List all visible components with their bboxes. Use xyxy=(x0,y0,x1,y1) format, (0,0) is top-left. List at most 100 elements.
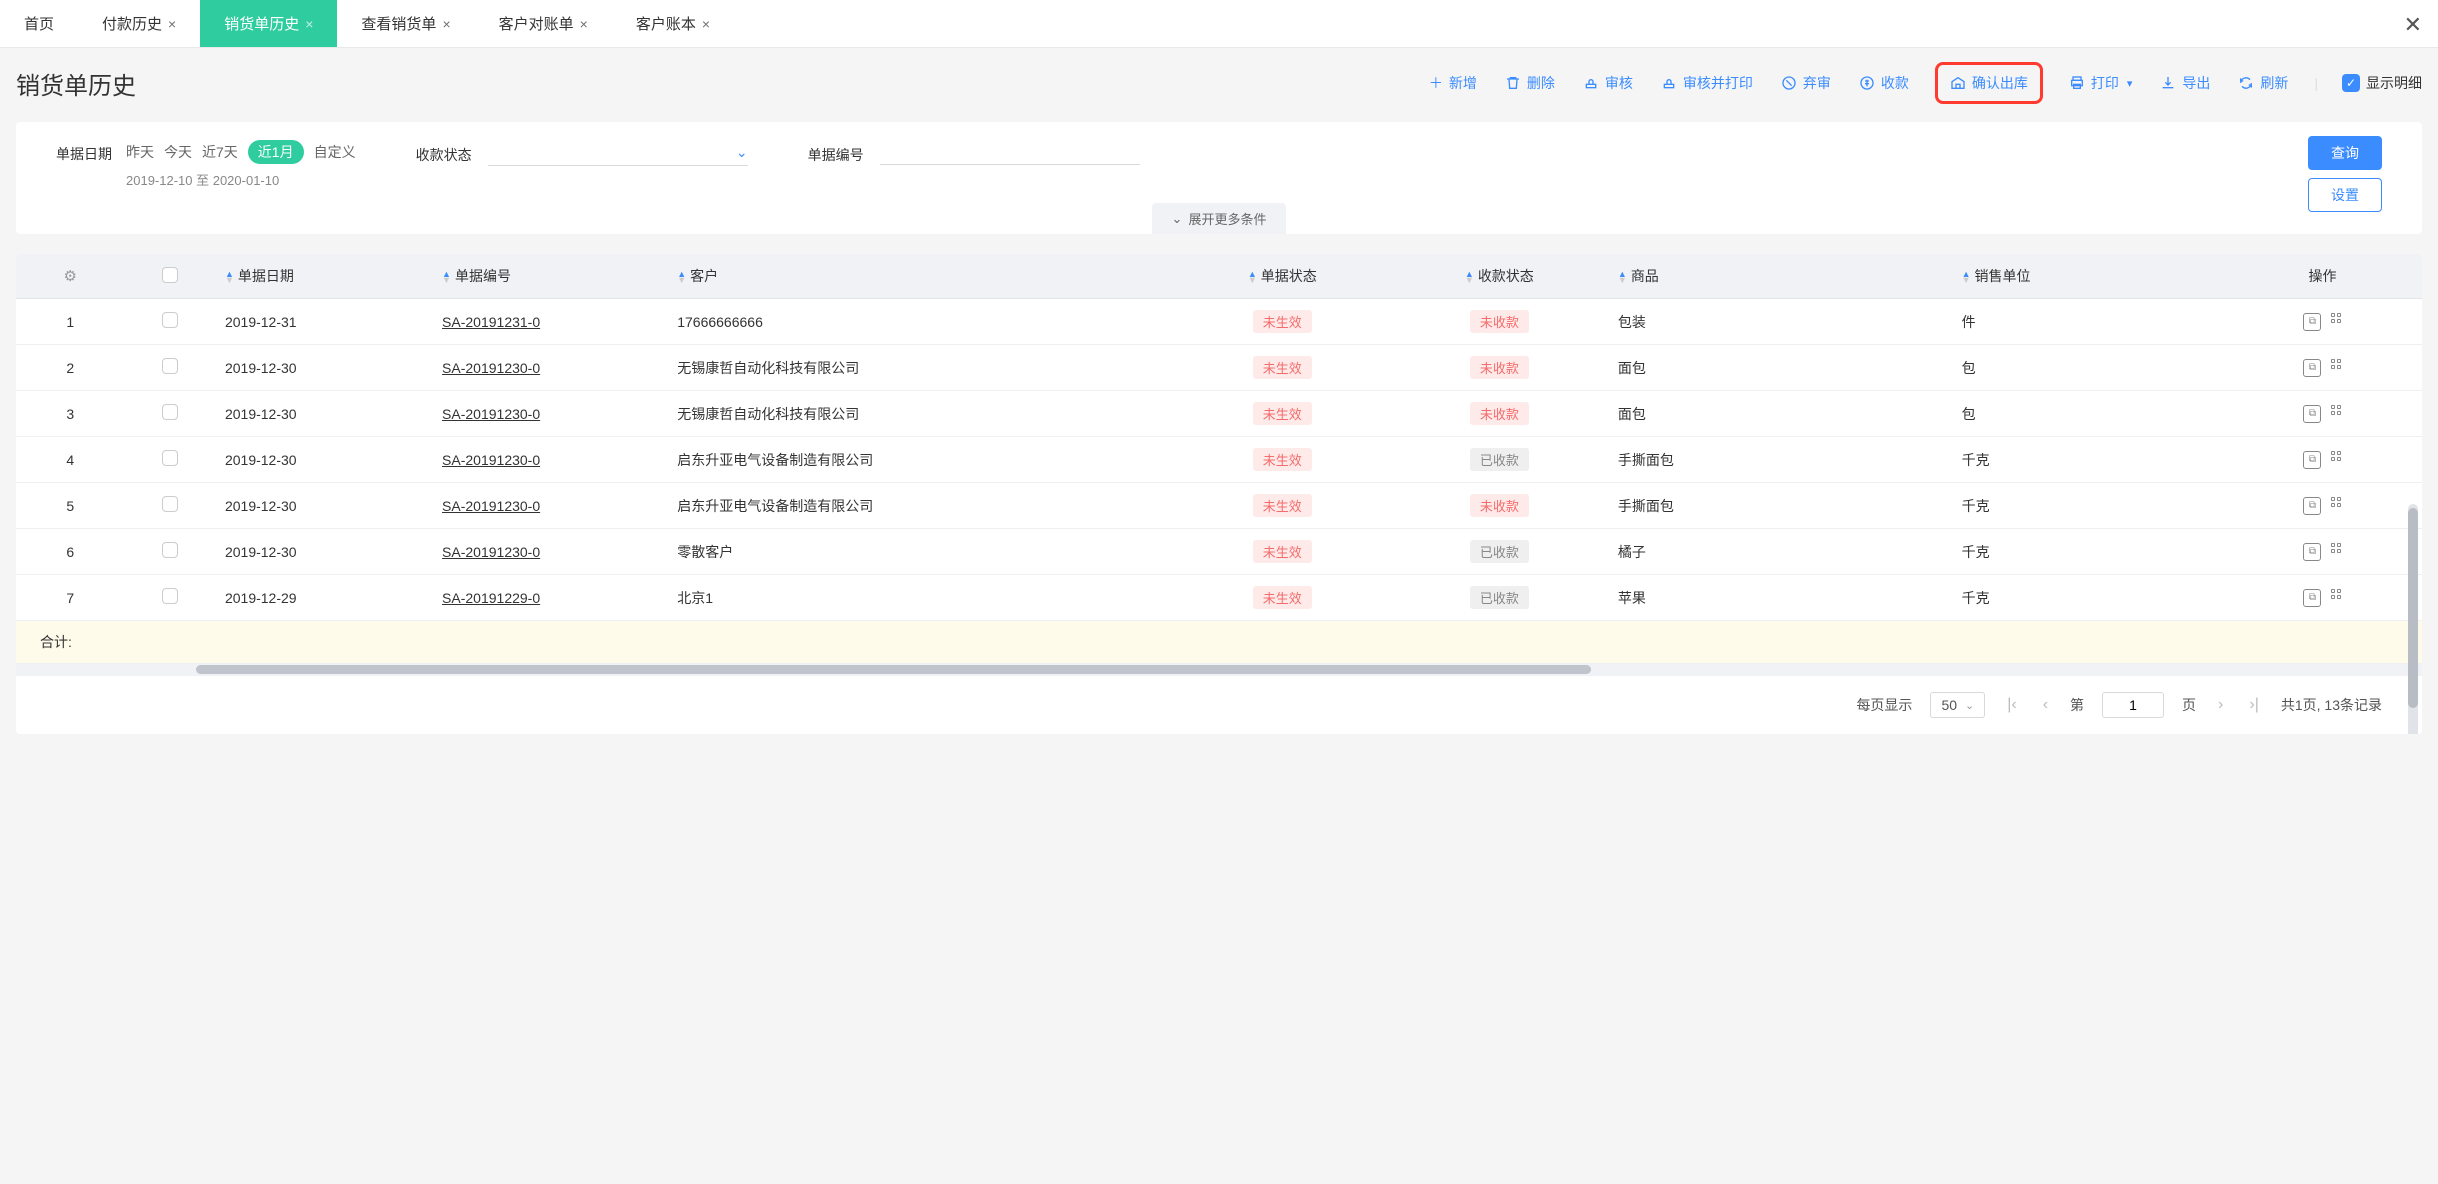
date-pill-custom[interactable]: 自定义 xyxy=(314,142,356,162)
row-checkbox[interactable] xyxy=(125,437,215,483)
row-checkbox[interactable] xyxy=(125,299,215,345)
confirm-out-button[interactable]: 确认出库 xyxy=(1935,62,2043,104)
horizontal-scrollbar[interactable] xyxy=(16,664,2422,676)
cell-doc-status: 未生效 xyxy=(1174,345,1391,391)
row-checkbox[interactable] xyxy=(125,575,215,621)
audit-print-button[interactable]: 审核并打印 xyxy=(1659,69,1755,97)
view-icon[interactable]: ⧉ xyxy=(2303,543,2321,561)
cell-docno[interactable]: SA-20191229-0 xyxy=(432,575,667,621)
search-button[interactable]: 查询 xyxy=(2308,136,2382,170)
view-icon[interactable]: ⧉ xyxy=(2303,359,2321,377)
receipt-button[interactable]: 收款 xyxy=(1857,69,1911,97)
next-page-button[interactable]: › xyxy=(2214,696,2227,714)
row-index: 2 xyxy=(16,345,125,391)
row-index: 3 xyxy=(16,391,125,437)
plus-icon: ＋ xyxy=(1429,73,1443,93)
page-size-select[interactable]: 50 ⌄ xyxy=(1930,692,1985,718)
sort-icon: ▲▼ xyxy=(1962,271,1971,283)
view-icon[interactable]: ⧉ xyxy=(2303,451,2321,469)
col-doc-status[interactable]: ▲▼单据状态 xyxy=(1174,254,1391,299)
tab-ledger[interactable]: 客户账本× xyxy=(612,0,734,47)
close-icon[interactable]: × xyxy=(168,16,176,32)
close-all-tabs-icon[interactable]: ✕ xyxy=(2404,12,2422,38)
tab-statement[interactable]: 客户对账单× xyxy=(475,0,612,47)
close-icon[interactable]: × xyxy=(702,16,710,32)
row-index: 7 xyxy=(16,575,125,621)
scrollbar-thumb[interactable] xyxy=(2408,508,2418,708)
per-page-label: 每页显示 xyxy=(1856,695,1912,715)
tab-payment-history[interactable]: 付款历史× xyxy=(78,0,200,47)
export-button[interactable]: 导出 xyxy=(2158,69,2212,97)
docno-input[interactable] xyxy=(880,140,1140,165)
expand-filters-button[interactable]: ⌄ 展开更多条件 xyxy=(1152,203,1287,234)
print-button[interactable]: 打印▾ xyxy=(2067,69,2135,97)
filter-panel: 单据日期 昨天 今天 近7天 近1月 自定义 2019-12-10 至 2020… xyxy=(16,122,2422,234)
tab-sales-history[interactable]: 销货单历史× xyxy=(200,0,337,47)
trash-icon xyxy=(1505,75,1521,91)
row-checkbox[interactable] xyxy=(125,391,215,437)
cell-docno[interactable]: SA-20191230-0 xyxy=(432,437,667,483)
last-page-button[interactable]: ›| xyxy=(2245,696,2262,714)
audit-button[interactable]: 审核 xyxy=(1581,69,1635,97)
view-icon[interactable]: ⧉ xyxy=(2303,589,2321,607)
prev-page-button[interactable]: ‹ xyxy=(2039,696,2052,714)
close-icon[interactable]: × xyxy=(580,16,588,32)
more-actions-icon[interactable] xyxy=(2331,589,2341,607)
page-number-input[interactable] xyxy=(2102,692,2164,718)
close-icon[interactable]: × xyxy=(305,16,313,32)
row-checkbox[interactable] xyxy=(125,483,215,529)
col-checkbox-all[interactable] xyxy=(125,254,215,299)
col-ops: 操作 xyxy=(2223,254,2422,299)
config-button[interactable]: 设置 xyxy=(2308,178,2382,212)
tab-home[interactable]: 首页 xyxy=(0,0,78,47)
more-actions-icon[interactable] xyxy=(2331,313,2341,331)
unaudit-button[interactable]: 弃审 xyxy=(1779,69,1833,97)
cell-docno[interactable]: SA-20191230-0 xyxy=(432,391,667,437)
vertical-scrollbar[interactable] xyxy=(2408,504,2418,734)
col-settings[interactable]: ⚙ xyxy=(16,254,125,299)
more-actions-icon[interactable] xyxy=(2331,359,2341,377)
date-pill-month[interactable]: 近1月 xyxy=(248,140,304,164)
view-icon[interactable]: ⧉ xyxy=(2303,497,2321,515)
more-actions-icon[interactable] xyxy=(2331,405,2341,423)
first-page-button[interactable]: |‹ xyxy=(2003,696,2020,714)
date-pill-yesterday[interactable]: 昨天 xyxy=(126,142,154,162)
more-actions-icon[interactable] xyxy=(2331,543,2341,561)
date-pill-today[interactable]: 今天 xyxy=(164,142,192,162)
col-pay-status[interactable]: ▲▼收款状态 xyxy=(1391,254,1608,299)
view-icon[interactable]: ⧉ xyxy=(2303,405,2321,423)
col-product[interactable]: ▲▼商品 xyxy=(1608,254,1952,299)
close-icon[interactable]: × xyxy=(442,16,450,32)
refresh-button[interactable]: 刷新 xyxy=(2236,69,2290,97)
cell-customer: 无锡康哲自动化科技有限公司 xyxy=(667,345,1174,391)
chevron-down-icon: ▾ xyxy=(2127,77,2133,90)
more-actions-icon[interactable] xyxy=(2331,451,2341,469)
tab-view-sales[interactable]: 查看销货单× xyxy=(337,0,474,47)
row-checkbox[interactable] xyxy=(125,529,215,575)
delete-button[interactable]: 删除 xyxy=(1503,69,1557,97)
cell-docno[interactable]: SA-20191230-0 xyxy=(432,345,667,391)
cell-docno[interactable]: SA-20191231-0 xyxy=(432,299,667,345)
row-checkbox[interactable] xyxy=(125,345,215,391)
scrollbar-thumb[interactable] xyxy=(196,665,1591,674)
sort-icon: ▲▼ xyxy=(1465,271,1474,283)
show-detail-toggle[interactable]: ✓ 显示明细 xyxy=(2342,73,2422,93)
col-customer[interactable]: ▲▼客户 xyxy=(667,254,1174,299)
date-pill-week[interactable]: 近7天 xyxy=(202,142,238,162)
col-date[interactable]: ▲▼单据日期 xyxy=(215,254,432,299)
total-label: 合计: xyxy=(16,621,215,664)
pay-status-dropdown[interactable]: ⌄ xyxy=(488,140,748,166)
cell-customer: 启东升亚电气设备制造有限公司 xyxy=(667,437,1174,483)
row-index: 1 xyxy=(16,299,125,345)
sort-icon: ▲▼ xyxy=(442,271,451,283)
cell-docno[interactable]: SA-20191230-0 xyxy=(432,529,667,575)
cell-pay-status: 已收款 xyxy=(1391,575,1608,621)
cell-product: 手撕面包 xyxy=(1608,437,1952,483)
view-icon[interactable]: ⧉ xyxy=(2303,313,2321,331)
add-button[interactable]: ＋新增 xyxy=(1427,69,1479,97)
cell-docno[interactable]: SA-20191230-0 xyxy=(432,483,667,529)
col-unit[interactable]: ▲▼销售单位 xyxy=(1952,254,2223,299)
more-actions-icon[interactable] xyxy=(2331,497,2341,515)
col-docno[interactable]: ▲▼单据编号 xyxy=(432,254,667,299)
row-index: 4 xyxy=(16,437,125,483)
